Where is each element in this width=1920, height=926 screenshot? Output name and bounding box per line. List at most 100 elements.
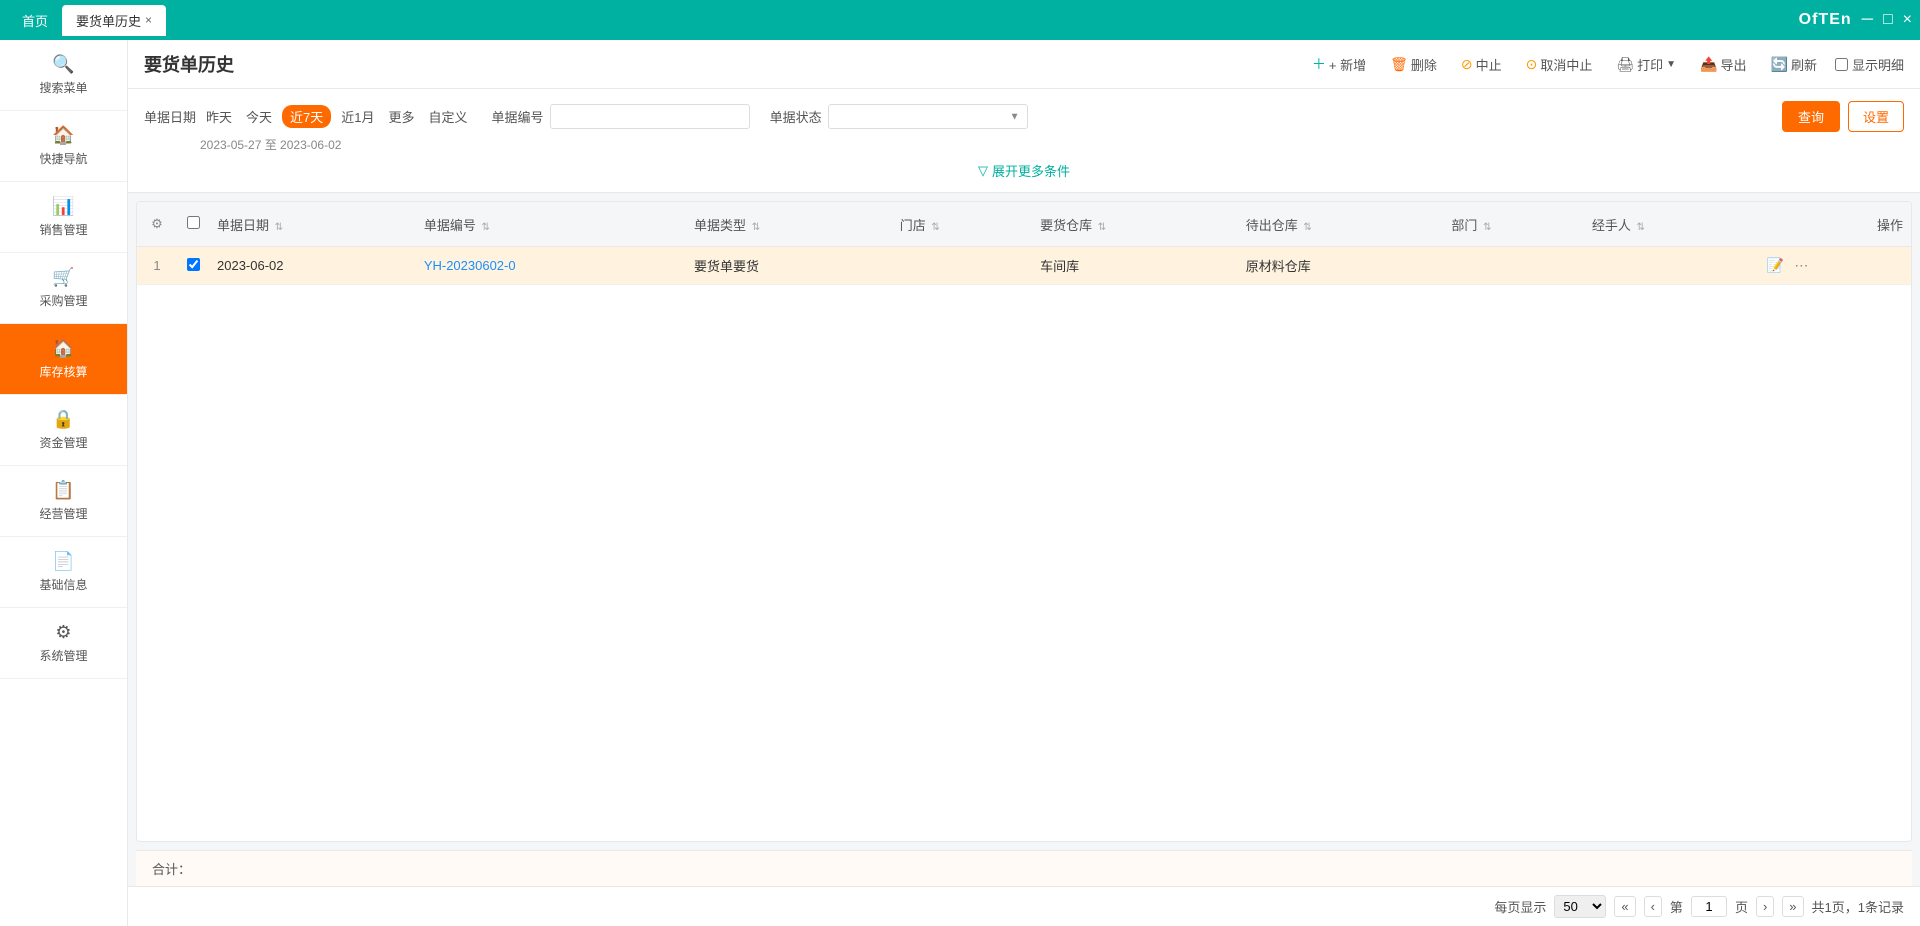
display-detail-check[interactable] xyxy=(1835,58,1848,71)
date-shortcut-1month[interactable]: 近1月 xyxy=(337,105,378,128)
date-shortcut-custom[interactable]: 自定义 xyxy=(425,105,472,128)
date-shortcut-yesterday[interactable]: 昨天 xyxy=(202,105,236,128)
sort-doc-no-icon[interactable]: ⇅ xyxy=(481,222,489,233)
quick-nav-icon: 🏠 xyxy=(52,125,74,146)
per-page-label: 每页显示 xyxy=(1494,897,1546,916)
row-doc-no: YH-20230602-0 xyxy=(416,247,686,285)
column-settings-icon[interactable]: ⚙ xyxy=(145,212,169,236)
inventory-calc-icon: 🏠 xyxy=(52,338,74,359)
row-doc-type: 要货单要货 xyxy=(686,247,892,285)
sales-mgmt-icon: 📊 xyxy=(52,196,74,217)
last-page-btn[interactable]: » xyxy=(1782,896,1803,917)
page-title: 要货单历史 xyxy=(144,51,234,77)
page-input[interactable] xyxy=(1691,896,1727,917)
display-detail-checkbox[interactable]: 显示明细 xyxy=(1835,55,1904,74)
purchase-mgmt-icon: 🛒 xyxy=(52,267,74,288)
sort-handler-icon[interactable]: ⇅ xyxy=(1637,222,1645,233)
sidebar-item-ops-mgmt[interactable]: 📋 经营管理 xyxy=(0,466,127,537)
per-page-select[interactable]: 50 100 xyxy=(1554,895,1606,918)
row-checkbox[interactable] xyxy=(187,258,200,271)
filter-doc-no-label: 单据编号 xyxy=(492,107,544,126)
sidebar-item-basic-info-label: 基础信息 xyxy=(39,576,87,593)
sidebar-item-purchase-mgmt-label: 采购管理 xyxy=(39,292,87,309)
sidebar-item-search-menu[interactable]: 🔍 搜索菜单 xyxy=(0,40,127,111)
date-shortcut-more[interactable]: 更多 xyxy=(385,105,419,128)
cancel-stop-icon: ⊙ xyxy=(1526,56,1538,73)
close-tab-icon[interactable]: × xyxy=(145,13,152,27)
filter-date-label: 单据日期 xyxy=(144,107,196,126)
filter-date: 单据日期 昨天 今天 近7天 近1月 更多 自定义 xyxy=(144,105,472,128)
doc-status-select[interactable] xyxy=(828,104,1028,129)
delete-button[interactable]: 🗑 删除 xyxy=(1384,51,1443,78)
stop-button[interactable]: ⊘ 中止 xyxy=(1455,51,1508,78)
cancel-stop-button[interactable]: ⊙ 取消中止 xyxy=(1520,51,1599,78)
add-icon: ＋ xyxy=(1312,54,1326,74)
add-label: + 新增 xyxy=(1329,55,1366,74)
top-bar: 首页 要货单历史 × OfTEn ─ □ × xyxy=(0,0,1920,40)
sidebar-item-sales-mgmt[interactable]: 📊 销售管理 xyxy=(0,182,127,253)
refresh-label: 刷新 xyxy=(1791,55,1817,74)
maximize-btn[interactable]: □ xyxy=(1883,11,1893,29)
delete-label: 删除 xyxy=(1411,55,1437,74)
col-doc-type-label: 单据类型 xyxy=(694,218,746,233)
doc-no-input[interactable] xyxy=(550,104,750,129)
row-doc-date: 2023-06-02 xyxy=(209,247,416,285)
print-button[interactable]: 🖨 打印 ▼ xyxy=(1610,51,1682,78)
minimize-btn[interactable]: ─ xyxy=(1862,11,1873,29)
cancel-stop-label: 取消中止 xyxy=(1540,55,1592,74)
sort-doc-date-icon[interactable]: ⇅ xyxy=(275,222,283,233)
close-btn[interactable]: × xyxy=(1903,11,1912,29)
filter-row: 单据日期 昨天 今天 近7天 近1月 更多 自定义 单据编号 xyxy=(144,101,1904,132)
page-label: 第 xyxy=(1670,897,1683,916)
first-page-btn[interactable]: « xyxy=(1614,896,1635,917)
data-table: ⚙ 单据日期 ⇅ 单据编号 ⇅ xyxy=(137,202,1911,285)
table-wrapper: ⚙ 单据日期 ⇅ 单据编号 ⇅ xyxy=(136,201,1912,842)
tab-home[interactable]: 首页 xyxy=(8,5,62,36)
sidebar-item-quick-nav[interactable]: 🏠 快捷导航 xyxy=(0,111,127,182)
sidebar-item-inventory-calc-label: 库存核算 xyxy=(39,363,87,380)
refresh-icon: 🔄 xyxy=(1771,56,1788,73)
sort-store-icon[interactable]: ⇅ xyxy=(931,222,939,233)
sort-req-warehouse-icon[interactable]: ⇅ xyxy=(1098,222,1106,233)
col-doc-date: 单据日期 ⇅ xyxy=(209,202,416,247)
prev-page-btn[interactable]: ‹ xyxy=(1644,896,1662,917)
sidebar-item-finance-mgmt[interactable]: 🔒 资金管理 xyxy=(0,395,127,466)
date-shortcut-today[interactable]: 今天 xyxy=(242,105,276,128)
sidebar-item-basic-info[interactable]: 📄 基础信息 xyxy=(0,537,127,608)
edit-action-icon[interactable]: 📝 xyxy=(1765,255,1786,276)
logo: OfTEn xyxy=(1799,11,1852,29)
more-action-icon[interactable]: ⋯ xyxy=(1792,255,1810,276)
sidebar-item-ops-mgmt-label: 经营管理 xyxy=(39,505,87,522)
export-button[interactable]: 📤 导出 xyxy=(1694,51,1752,78)
sidebar-item-purchase-mgmt[interactable]: 🛒 采购管理 xyxy=(0,253,127,324)
next-page-btn[interactable]: › xyxy=(1756,896,1774,917)
add-button[interactable]: ＋ + 新增 xyxy=(1306,50,1372,78)
query-button[interactable]: 查询 xyxy=(1782,101,1840,132)
row-handler xyxy=(1584,247,1757,285)
pagination: 每页显示 50 100 « ‹ 第 页 › » 共1页，1条记录 xyxy=(128,886,1920,926)
sort-doc-type-icon[interactable]: ⇅ xyxy=(752,222,760,233)
sidebar-item-inventory-calc[interactable]: 🏠 库存核算 xyxy=(0,324,127,395)
col-req-warehouse-label: 要货仓库 xyxy=(1040,218,1092,233)
sort-dept-icon[interactable]: ⇅ xyxy=(1483,222,1491,233)
table-row: 1 2023-06-02 YH-20230602-0 要货单要货 车间库 原材料… xyxy=(137,247,1911,285)
refresh-button[interactable]: 🔄 刷新 xyxy=(1765,51,1823,78)
settings-button[interactable]: 设置 xyxy=(1848,101,1904,132)
expand-more-btn[interactable]: ▽ 展开更多条件 xyxy=(144,153,1904,180)
sort-pending-warehouse-icon[interactable]: ⇅ xyxy=(1303,222,1311,233)
date-shortcut-7days[interactable]: 近7天 xyxy=(282,105,331,128)
expand-more-icon: ▽ xyxy=(978,163,988,179)
col-store: 门店 ⇅ xyxy=(892,202,1032,247)
sidebar-item-sys-mgmt[interactable]: ⚙ 系统管理 xyxy=(0,608,127,679)
window-controls: ─ □ × xyxy=(1862,11,1912,29)
select-all-checkbox[interactable] xyxy=(187,216,200,229)
doc-no-link[interactable]: YH-20230602-0 xyxy=(424,258,516,273)
row-pending-warehouse: 原材料仓库 xyxy=(1238,247,1444,285)
filter-doc-status-label: 单据状态 xyxy=(770,107,822,126)
tab-requisition-history[interactable]: 要货单历史 × xyxy=(62,5,166,36)
expand-more-label: 展开更多条件 xyxy=(992,161,1070,180)
tab-home-label: 首页 xyxy=(22,11,48,30)
col-doc-no-label: 单据编号 xyxy=(424,218,476,233)
row-num: 1 xyxy=(137,247,177,285)
print-dropdown-icon[interactable]: ▼ xyxy=(1666,59,1676,70)
